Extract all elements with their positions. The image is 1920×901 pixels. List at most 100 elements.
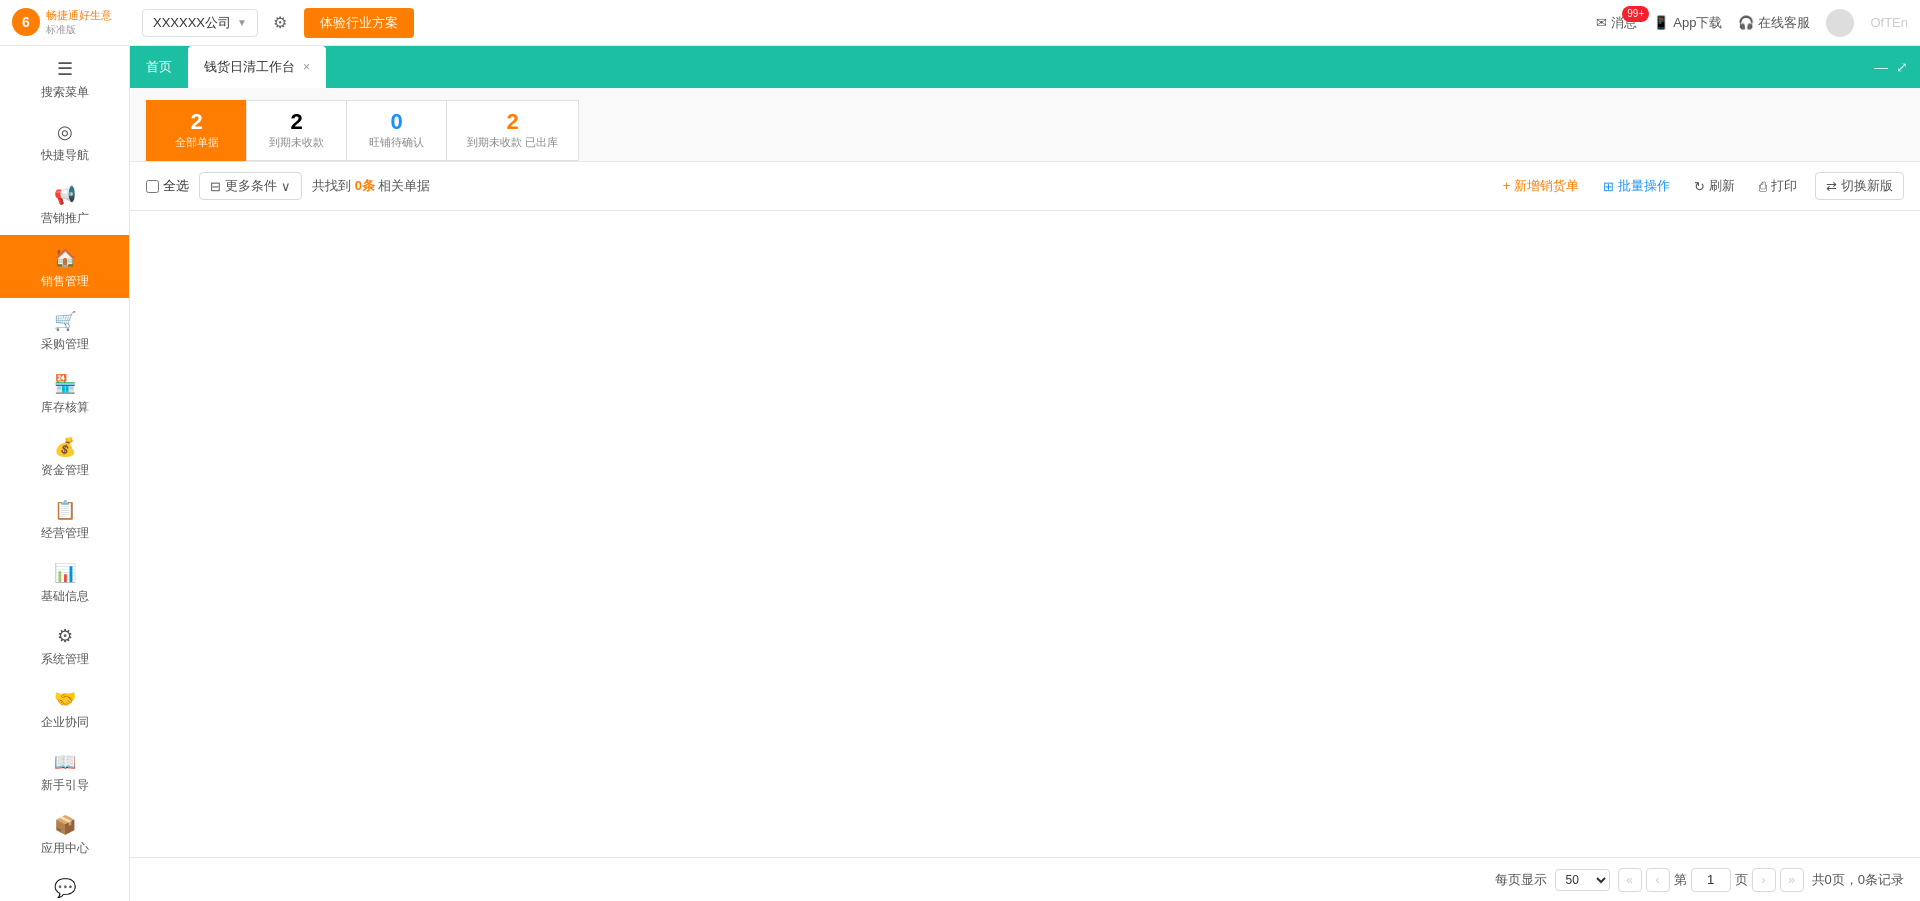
sidebar-label-6: 资金管理 bbox=[41, 462, 89, 479]
sidebar-icon-1: ◎ bbox=[57, 121, 73, 143]
sidebar-label-1: 快捷导航 bbox=[41, 147, 89, 164]
total-label: 共0页，0条记录 bbox=[1812, 871, 1904, 889]
toolbar: 全选 ⊟ 更多条件 ∨ 共找到 0条 相关单据 + 新增销货单 ⊞ 批量操作 bbox=[130, 162, 1920, 211]
app-download-button[interactable]: 📱 App下载 bbox=[1653, 14, 1722, 32]
batch-operation-button[interactable]: ⊞ 批量操作 bbox=[1597, 173, 1676, 199]
avatar[interactable] bbox=[1826, 9, 1854, 37]
sub-tab-desc-2: 旺铺待确认 bbox=[369, 135, 424, 150]
sidebar-label-9: 系统管理 bbox=[41, 651, 89, 668]
empty-state bbox=[130, 211, 1920, 857]
sidebar-item-8[interactable]: 📊基础信息 bbox=[0, 550, 129, 613]
sidebar-item-13[interactable]: 💬企业微信 bbox=[0, 865, 129, 901]
chevron-icon: ∨ bbox=[281, 179, 291, 194]
sub-tab-count-1: 2 bbox=[290, 109, 302, 135]
result-count: 0条 bbox=[355, 178, 375, 193]
page-input[interactable] bbox=[1691, 868, 1731, 892]
first-page-button[interactable]: « bbox=[1618, 868, 1642, 892]
sidebar-label-2: 营销推广 bbox=[41, 210, 89, 227]
sub-tab-count-2: 0 bbox=[390, 109, 402, 135]
switch-version-button[interactable]: ⇄ 切换新版 bbox=[1815, 172, 1904, 200]
prev-page-button[interactable]: ‹ bbox=[1646, 868, 1670, 892]
last-page-button[interactable]: » bbox=[1780, 868, 1804, 892]
sidebar-icon-7: 📋 bbox=[54, 499, 76, 521]
sidebar-label-8: 基础信息 bbox=[41, 588, 89, 605]
sidebar-icon-0: ☰ bbox=[57, 58, 73, 80]
logo-text-group: 畅捷通好生意 标准版 bbox=[46, 8, 112, 36]
sidebar: ☰ 搜索菜单 ◎ 快捷导航 📢营销推广🏠销售管理🛒采购管理🏪库存核算 💰 资金管理 📋 经营管理… bbox=[0, 46, 130, 901]
logo-icon: 6 bbox=[12, 8, 40, 36]
select-all-checkbox[interactable]: 全选 bbox=[146, 177, 189, 195]
print-button[interactable]: ⎙ 打印 bbox=[1753, 173, 1803, 199]
username-label: OfTEn bbox=[1870, 15, 1908, 30]
tab-bar: 首页 钱货日清工作台 × — ⤢ bbox=[130, 46, 1920, 88]
sub-tab-0[interactable]: 2全部单据 bbox=[146, 100, 246, 161]
sub-tab-count-3: 2 bbox=[506, 109, 518, 135]
result-text: 共找到 0条 相关单据 bbox=[312, 177, 430, 195]
sub-tab-3[interactable]: 2到期未收款 已出库 bbox=[446, 100, 579, 161]
online-service-button[interactable]: 🎧 在线客服 bbox=[1738, 14, 1810, 32]
filter-button[interactable]: ⊟ 更多条件 ∨ bbox=[199, 172, 302, 200]
sub-tab-desc-0: 全部单据 bbox=[175, 135, 219, 150]
sidebar-item-11[interactable]: 📖新手引导 bbox=[0, 739, 129, 802]
sidebar-item-1[interactable]: ◎ 快捷导航 bbox=[0, 109, 129, 172]
page-end-label: 页 bbox=[1735, 871, 1748, 889]
sidebar-label-7: 经营管理 bbox=[41, 525, 89, 542]
sub-tab-count-0: 2 bbox=[190, 109, 202, 135]
print-label: 打印 bbox=[1771, 177, 1797, 195]
sidebar-label-12: 应用中心 bbox=[41, 840, 89, 857]
company-name: XXXXXX公司 bbox=[153, 14, 231, 32]
sidebar-label-3: 销售管理 bbox=[41, 273, 89, 290]
sidebar-item-10[interactable]: 🤝企业协同 bbox=[0, 676, 129, 739]
tab-close-icon[interactable]: × bbox=[303, 60, 310, 74]
main-layout: ☰ 搜索菜单 ◎ 快捷导航 📢营销推广🏠销售管理🛒采购管理🏪库存核算 💰 资金管理 📋 经营管理… bbox=[0, 46, 1920, 901]
sidebar-label-11: 新手引导 bbox=[41, 777, 89, 794]
sidebar-label-5: 库存核算 bbox=[41, 399, 89, 416]
sidebar-item-9[interactable]: ⚙系统管理 bbox=[0, 613, 129, 676]
sidebar-item-6[interactable]: 💰 资金管理 bbox=[0, 424, 129, 487]
switch-label: 切换新版 bbox=[1841, 177, 1893, 195]
sub-tab-desc-3: 到期未收款 已出库 bbox=[467, 135, 558, 150]
refresh-icon: ↻ bbox=[1694, 179, 1705, 194]
print-icon: ⎙ bbox=[1759, 179, 1767, 194]
toolbar-left: 全选 ⊟ 更多条件 ∨ 共找到 0条 相关单据 bbox=[146, 172, 1487, 200]
sidebar-item-7[interactable]: 📋 经营管理 bbox=[0, 487, 129, 550]
sidebar-item-12[interactable]: 📦应用中心 bbox=[0, 802, 129, 865]
add-order-button[interactable]: + 新增销货单 bbox=[1497, 173, 1585, 199]
sub-tab-2[interactable]: 0旺铺待确认 bbox=[346, 100, 446, 161]
select-all-input[interactable] bbox=[146, 180, 159, 193]
switch-icon: ⇄ bbox=[1826, 179, 1837, 194]
sidebar-item-2[interactable]: 📢营销推广 bbox=[0, 172, 129, 235]
sidebar-label-0: 搜索菜单 bbox=[41, 84, 89, 101]
sidebar-icon-4: 🛒 bbox=[54, 310, 76, 332]
sidebar-icon-6: 💰 bbox=[54, 436, 76, 458]
sidebar-item-3[interactable]: 🏠销售管理 bbox=[0, 235, 129, 298]
per-page-label: 每页显示 bbox=[1495, 871, 1547, 889]
next-page-button[interactable]: › bbox=[1752, 868, 1776, 892]
header-right: ✉ 消息 99+ 📱 App下载 🎧 在线客服 OfTEn bbox=[1596, 9, 1908, 37]
sidebar-item-4[interactable]: 🛒采购管理 bbox=[0, 298, 129, 361]
settings-button[interactable]: ⚙ bbox=[266, 9, 294, 37]
headset-icon: 🎧 bbox=[1738, 15, 1754, 30]
tab-minimize-icon[interactable]: — bbox=[1874, 59, 1888, 75]
select-all-label: 全选 bbox=[163, 177, 189, 195]
sidebar-item-0[interactable]: ☰ 搜索菜单 bbox=[0, 46, 129, 109]
message-icon: ✉ bbox=[1596, 15, 1607, 30]
sub-tab-1[interactable]: 2到期未收款 bbox=[246, 100, 346, 161]
logo-text: 畅捷通好生意 bbox=[46, 8, 112, 22]
sidebar-icon-13: 💬 bbox=[54, 877, 76, 899]
tab-home[interactable]: 首页 bbox=[130, 46, 188, 88]
batch-icon: ⊞ bbox=[1603, 179, 1614, 194]
message-button[interactable]: ✉ 消息 99+ bbox=[1596, 14, 1637, 32]
company-selector[interactable]: XXXXXX公司 ▼ bbox=[142, 9, 258, 37]
tab-qianhuori[interactable]: 钱货日清工作台 × bbox=[188, 46, 326, 88]
pagination-bar: 每页显示 50 100 200 « ‹ 第 页 › » 共0页，0条记录 bbox=[130, 857, 1920, 901]
tab-expand-icon[interactable]: ⤢ bbox=[1896, 59, 1908, 75]
app-download-icon: 📱 bbox=[1653, 15, 1669, 30]
logo-area: 6 畅捷通好生意 标准版 bbox=[12, 8, 142, 36]
sidebar-item-5[interactable]: 🏪库存核算 bbox=[0, 361, 129, 424]
sub-tab-desc-1: 到期未收款 bbox=[269, 135, 324, 150]
table-area bbox=[130, 211, 1920, 857]
per-page-select[interactable]: 50 100 200 bbox=[1555, 869, 1610, 891]
trial-button[interactable]: 体验行业方案 bbox=[304, 8, 414, 38]
refresh-button[interactable]: ↻ 刷新 bbox=[1688, 173, 1741, 199]
